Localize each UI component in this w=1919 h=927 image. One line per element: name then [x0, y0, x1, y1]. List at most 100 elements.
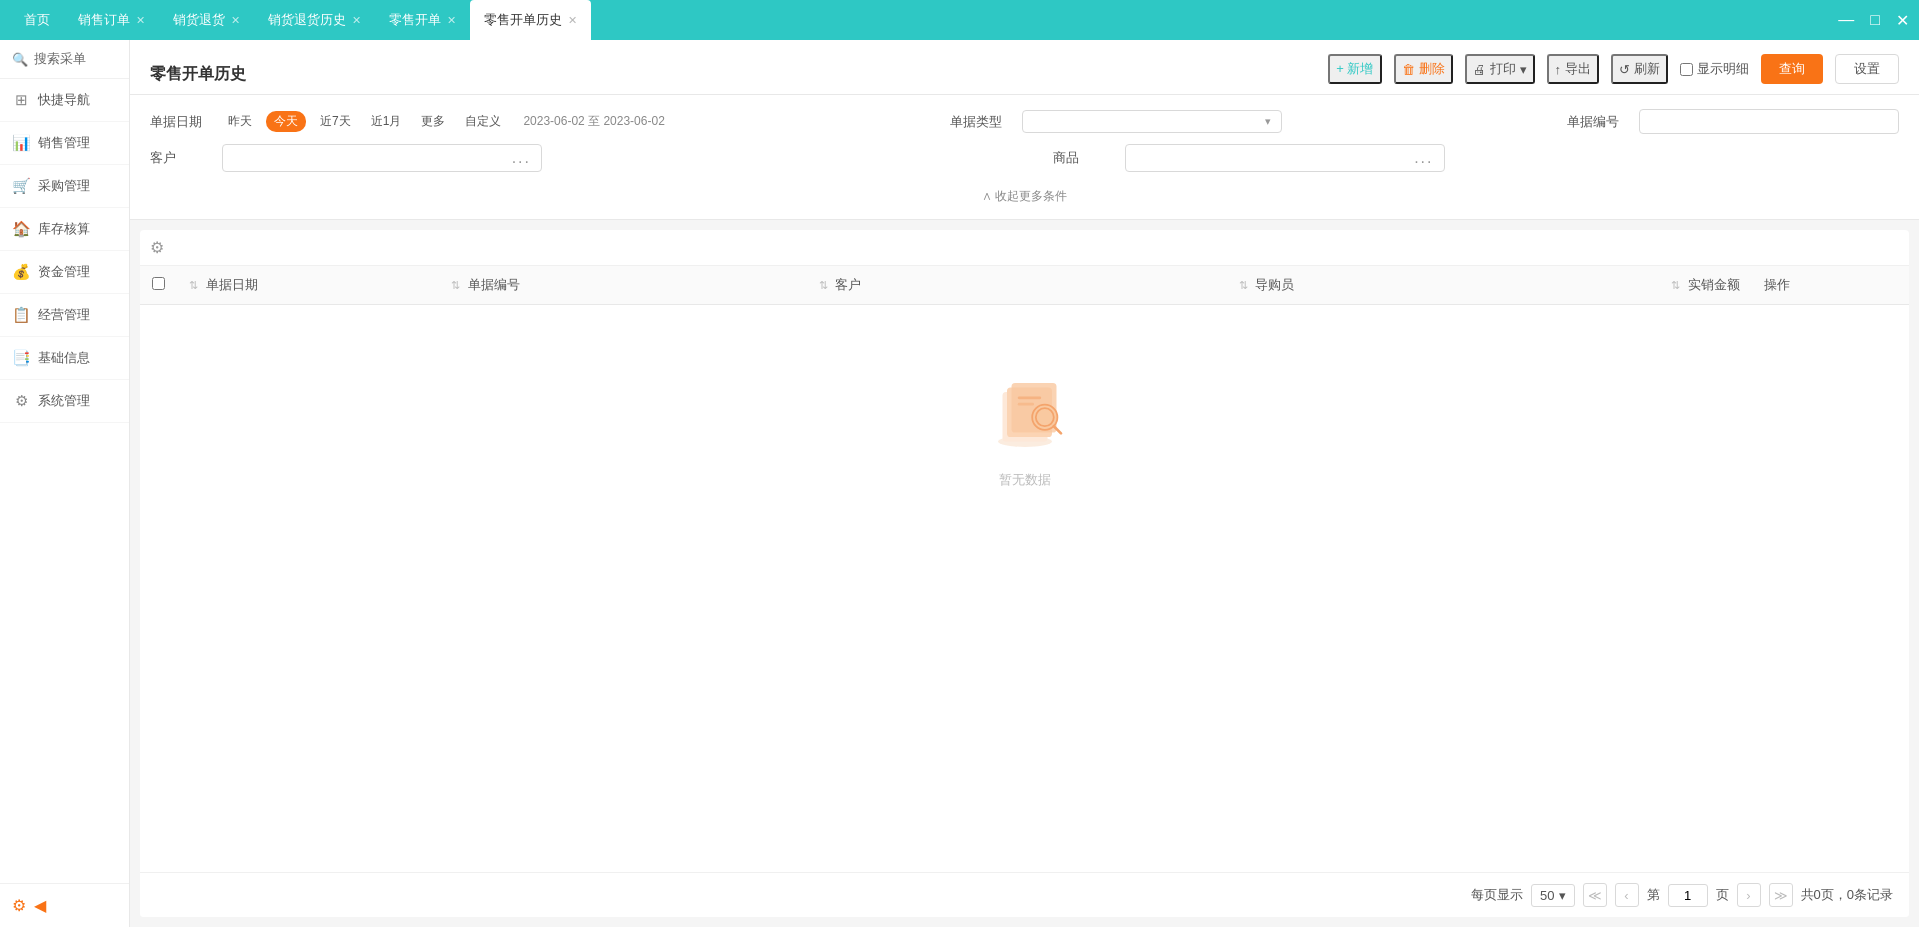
svg-rect-8 — [1017, 403, 1033, 406]
collapse-label: ∧ 收起更多条件 — [982, 188, 1067, 205]
tab-retail-open-close[interactable]: ✕ — [447, 14, 456, 27]
sidebar-item-purchase-label: 采购管理 — [38, 177, 90, 195]
refresh-label: 刷新 — [1634, 60, 1660, 78]
tab-sales-return-history-close[interactable]: ✕ — [352, 14, 361, 27]
th-amount-label: 实销金额 — [1688, 277, 1740, 292]
tab-sales-order[interactable]: 销售订单 ✕ — [64, 0, 159, 40]
total-text: 共0页，0条记录 — [1801, 886, 1893, 904]
export-button[interactable]: ↑ 导出 — [1547, 54, 1600, 84]
window-controls: — □ ✕ — [1838, 11, 1909, 30]
prev-page-btn[interactable]: ‹ — [1615, 883, 1639, 907]
minimize-icon[interactable]: — — [1838, 11, 1854, 29]
sidebar-item-system[interactable]: ⚙ 系统管理 — [0, 380, 129, 423]
page-header: 零售开单历史 + 新增 🗑 删除 🖨 打印 ▾ ↑ 导出 ↺ 刷新 — [130, 40, 1919, 95]
th-amount[interactable]: ⇅ 实销金额 — [1489, 266, 1751, 305]
tab-sales-return-close[interactable]: ✕ — [231, 14, 240, 27]
show-detail-toggle[interactable]: 显示明细 — [1680, 60, 1749, 78]
sidebar-search-label: 搜索采单 — [34, 50, 86, 68]
sidebar-item-system-label: 系统管理 — [38, 392, 90, 410]
sidebar-gear-icon[interactable]: ⚙ — [12, 896, 26, 915]
date-btn-1month[interactable]: 近1月 — [365, 111, 408, 132]
collapse-conditions[interactable]: ∧ 收起更多条件 — [150, 182, 1899, 205]
setting-button[interactable]: 设置 — [1835, 54, 1899, 84]
table-settings-icon[interactable]: ⚙ — [150, 238, 164, 257]
date-btn-today[interactable]: 今天 — [266, 111, 306, 132]
sort-guide-icon: ⇅ — [1239, 279, 1248, 291]
sidebar-item-finance[interactable]: 💰 资金管理 — [0, 251, 129, 294]
date-range-text: 2023-06-02 至 2023-06-02 — [523, 113, 664, 130]
tab-home[interactable]: 首页 — [10, 0, 64, 40]
sidebar-item-sales[interactable]: 📊 销售管理 — [0, 122, 129, 165]
sidebar-item-quicknav-label: 快捷导航 — [38, 91, 90, 109]
tab-sales-order-close[interactable]: ✕ — [136, 14, 145, 27]
th-number[interactable]: ⇅ 单据编号 — [439, 266, 806, 305]
export-label: 导出 — [1565, 60, 1591, 78]
th-client-label: 客户 — [835, 277, 861, 292]
page-size-select[interactable]: 50 ▾ — [1531, 884, 1574, 907]
delete-button[interactable]: 🗑 删除 — [1394, 54, 1453, 84]
customer-label: 客户 — [150, 149, 206, 167]
th-checkbox — [140, 266, 177, 305]
date-btn-more[interactable]: 更多 — [415, 111, 451, 132]
show-detail-checkbox[interactable] — [1680, 63, 1693, 76]
query-button[interactable]: 查询 — [1761, 54, 1823, 84]
maximize-icon[interactable]: □ — [1870, 11, 1880, 29]
th-action: 操作 — [1752, 266, 1909, 305]
select-all-checkbox[interactable] — [152, 277, 165, 290]
prev-page-icon: ‹ — [1624, 888, 1628, 903]
sidebar-search[interactable]: 🔍 搜索采单 — [0, 40, 129, 79]
sidebar-item-basic[interactable]: 📑 基础信息 — [0, 337, 129, 380]
add-button[interactable]: + 新增 — [1328, 54, 1381, 84]
top-tabbar: 首页 销售订单 ✕ 销货退货 ✕ 销货退货历史 ✕ 零售开单 ✕ 零售开单历史 … — [0, 0, 1919, 40]
tab-sales-return-label: 销货退货 — [173, 11, 225, 29]
inventory-icon: 🏠 — [12, 220, 30, 238]
tab-sales-return-history-label: 销货退货历史 — [268, 11, 346, 29]
print-button[interactable]: 🖨 打印 ▾ — [1465, 54, 1535, 84]
sidebar-item-operations[interactable]: 📋 经营管理 — [0, 294, 129, 337]
tab-sales-return-history[interactable]: 销货退货历史 ✕ — [254, 0, 375, 40]
th-date[interactable]: ⇅ 单据日期 — [177, 266, 439, 305]
sidebar-item-purchase[interactable]: 🛒 采购管理 — [0, 165, 129, 208]
sidebar-item-inventory[interactable]: 🏠 库存核算 — [0, 208, 129, 251]
table-toolbar: ⚙ — [140, 230, 1909, 266]
next-page-icon: › — [1746, 888, 1750, 903]
tab-retail-open[interactable]: 零售开单 ✕ — [375, 0, 470, 40]
bill-type-label: 单据类型 — [950, 113, 1006, 131]
sidebar-item-quicknav[interactable]: ⊞ 快捷导航 — [0, 79, 129, 122]
pagination-bar: 每页显示 50 ▾ ≪ ‹ 第 页 › ≫ — [140, 872, 1909, 917]
sidebar-collapse-icon[interactable]: ◀ — [34, 896, 46, 915]
th-guide-label: 导购员 — [1255, 277, 1294, 292]
th-guide[interactable]: ⇅ 导购员 — [1227, 266, 1489, 305]
tab-retail-history-label: 零售开单历史 — [484, 11, 562, 29]
page-input[interactable] — [1668, 884, 1708, 907]
date-btn-7days[interactable]: 近7天 — [314, 111, 357, 132]
sort-client-icon: ⇅ — [819, 279, 828, 291]
th-client[interactable]: ⇅ 客户 — [807, 266, 1227, 305]
next-page-btn[interactable]: › — [1737, 883, 1761, 907]
date-btn-custom[interactable]: 自定义 — [459, 111, 507, 132]
customer-input[interactable]: ... — [222, 144, 542, 172]
customer-ellipsis: ... — [512, 149, 531, 167]
tab-retail-history[interactable]: 零售开单历史 ✕ — [470, 0, 591, 40]
show-detail-text: 显示明细 — [1697, 60, 1749, 78]
date-btn-yesterday[interactable]: 昨天 — [222, 111, 258, 132]
system-icon: ⚙ — [12, 392, 30, 410]
toolbar: + 新增 🗑 删除 🖨 打印 ▾ ↑ 导出 ↺ 刷新 显示明细 — [1328, 54, 1899, 94]
page-size-value: 50 — [1540, 888, 1554, 903]
bill-num-input[interactable] — [1639, 109, 1899, 134]
last-page-btn[interactable]: ≫ — [1769, 883, 1793, 907]
tab-retail-history-close[interactable]: ✕ — [568, 14, 577, 27]
empty-illustration — [980, 365, 1070, 455]
bill-type-select[interactable]: ▾ — [1022, 110, 1282, 133]
close-icon[interactable]: ✕ — [1896, 11, 1909, 30]
goods-input[interactable]: ... — [1125, 144, 1445, 172]
refresh-icon: ↺ — [1619, 62, 1630, 77]
first-page-btn[interactable]: ≪ — [1583, 883, 1607, 907]
finance-icon: 💰 — [12, 263, 30, 281]
tab-sales-return[interactable]: 销货退货 ✕ — [159, 0, 254, 40]
filter-row-customer: 客户 ... 商品 ... — [150, 144, 1899, 172]
tab-home-label: 首页 — [24, 11, 50, 29]
bill-num-label: 单据编号 — [1567, 113, 1623, 131]
refresh-button[interactable]: ↺ 刷新 — [1611, 54, 1668, 84]
table-wrapper: ⇅ 单据日期 ⇅ 单据编号 ⇅ 客户 — [140, 266, 1909, 872]
